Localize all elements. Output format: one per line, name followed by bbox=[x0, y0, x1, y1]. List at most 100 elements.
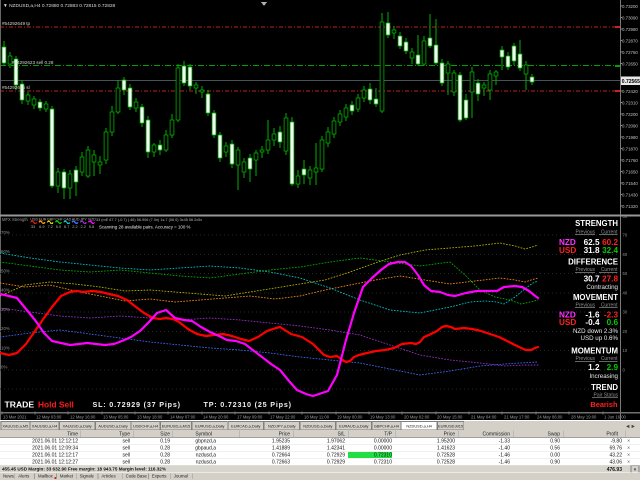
svg-text:sell: sell bbox=[122, 453, 130, 459]
svg-text:EURCAD,a,Daily: EURCAD,a,Daily bbox=[231, 423, 260, 428]
svg-text:Price: Price bbox=[279, 431, 291, 437]
svg-text:1.41889: 1.41889 bbox=[272, 446, 290, 452]
svg-text:MFX Strength: MFX Strength bbox=[2, 217, 29, 222]
svg-text:×: × bbox=[627, 446, 630, 452]
svg-text:S/L: S/L bbox=[337, 431, 345, 437]
svg-text:Articles: Articles bbox=[102, 474, 116, 479]
svg-text:1.42341: 1.42341 bbox=[327, 446, 345, 452]
svg-text:USD: USD bbox=[559, 318, 576, 327]
svg-text:21 May 04:00: 21 May 04:00 bbox=[471, 415, 497, 420]
svg-text:0.72663: 0.72663 bbox=[272, 460, 290, 466]
svg-text:33: 33 bbox=[31, 224, 35, 229]
svg-text:#54292649 tp: #54292649 tp bbox=[2, 21, 31, 26]
svg-text:EURAUD,a,Daily: EURAUD,a,Daily bbox=[339, 423, 368, 428]
svg-text:70: 70 bbox=[623, 233, 628, 238]
svg-text:0.72310: 0.72310 bbox=[622, 100, 638, 105]
svg-text:20%: 20% bbox=[1, 326, 10, 331]
svg-text:T/P: T/P bbox=[384, 431, 392, 437]
svg-text:0.90: 0.90 bbox=[550, 460, 560, 466]
svg-text:Profit: Profit bbox=[606, 431, 618, 437]
svg-text:0.72929: 0.72929 bbox=[327, 453, 345, 459]
svg-text:×: × bbox=[627, 453, 630, 459]
svg-text:50%: 50% bbox=[1, 268, 10, 273]
svg-text:0.28: 0.28 bbox=[160, 446, 170, 452]
svg-text:-1.40: -1.40 bbox=[499, 446, 511, 452]
svg-text:32.4: 32.4 bbox=[602, 246, 618, 255]
svg-text:GBPCHF,a,H4: GBPCHF,a,H4 bbox=[374, 423, 400, 428]
svg-text:0.72929: 0.72929 bbox=[327, 460, 345, 466]
svg-text:TREND: TREND bbox=[591, 383, 618, 392]
svg-text:XAUUSD,a,Daily: XAUUSD,a,Daily bbox=[63, 423, 92, 428]
svg-text:NZDUSD,a,H4: NZDUSD,a,H4 bbox=[406, 423, 432, 428]
svg-text:1.2: 1.2 bbox=[588, 363, 600, 372]
svg-text:20 May 02:00: 20 May 02:00 bbox=[404, 415, 430, 420]
svg-text:43.06: 43.06 bbox=[609, 460, 622, 466]
svg-text:1.95200: 1.95200 bbox=[437, 439, 455, 445]
svg-text:TRADE: TRADE bbox=[5, 399, 35, 409]
svg-text:18 May 11:00: 18 May 11:00 bbox=[304, 415, 330, 420]
svg-text:0.72980: 0.72980 bbox=[622, 27, 638, 32]
svg-text:476.93: 476.93 bbox=[607, 467, 623, 473]
svg-text:31.8: 31.8 bbox=[584, 246, 600, 255]
svg-text:0.72420: 0.72420 bbox=[622, 89, 638, 94]
svg-text:0.71870: 0.71870 bbox=[622, 146, 638, 151]
svg-text:455.45 USD Margin: 33 632.90: 455.45 USD Margin: 33 632.90 Free margin… bbox=[2, 467, 166, 472]
svg-text:Scanning 28 available pairs. A: Scanning 28 available pairs. Accuracy = … bbox=[99, 224, 191, 229]
svg-text:2021.06.01 12:12:17: 2021.06.01 12:12:17 bbox=[32, 453, 78, 459]
svg-text:0.73200: 0.73200 bbox=[622, 4, 638, 9]
svg-text:Experts: Experts bbox=[152, 474, 167, 479]
svg-text:Alerts: Alerts bbox=[18, 474, 29, 479]
svg-text:0.56: 0.56 bbox=[550, 446, 560, 452]
svg-text:5.0: 5.0 bbox=[56, 224, 62, 229]
svg-text:EURUSD,a,M15: EURUSD,a,M15 bbox=[162, 423, 190, 428]
svg-text:sell: sell bbox=[122, 460, 130, 466]
svg-text:0.71430: 0.71430 bbox=[622, 192, 638, 197]
svg-text:Pair Status: Pair Status bbox=[594, 392, 619, 398]
svg-text:12 May 03:00: 12 May 03:00 bbox=[36, 415, 62, 420]
svg-text:30.7: 30.7 bbox=[584, 275, 600, 284]
svg-text:0.00000: 0.00000 bbox=[374, 446, 392, 452]
svg-text:NZD down 2.3%: NZD down 2.3% bbox=[573, 328, 619, 335]
svg-text:USDCHF,a,H4: USDCHF,a,H4 bbox=[133, 423, 159, 428]
svg-text:0.71980: 0.71980 bbox=[622, 135, 638, 140]
svg-text:19 May 00:00: 19 May 00:00 bbox=[337, 415, 363, 420]
svg-text:0.72664: 0.72664 bbox=[272, 453, 290, 459]
svg-text:SL: 0.72929 (37 Pips): SL: 0.72929 (37 Pips) bbox=[93, 400, 181, 409]
svg-text:Bearish: Bearish bbox=[590, 400, 618, 409]
svg-text:Hold Sell: Hold Sell bbox=[38, 399, 74, 409]
svg-text:2.2: 2.2 bbox=[81, 224, 86, 229]
svg-text:2021.06.01 12:12:27: 2021.06.01 12:12:27 bbox=[32, 460, 78, 466]
svg-text:DIFFERENCE: DIFFERENCE bbox=[568, 258, 618, 267]
svg-text:14 May 07:00: 14 May 07:00 bbox=[170, 415, 196, 420]
svg-text:sell: sell bbox=[122, 446, 130, 452]
svg-text:0.72528: 0.72528 bbox=[437, 453, 455, 459]
svg-text:13 May 05:00: 13 May 05:00 bbox=[103, 415, 129, 420]
svg-text:Price: Price bbox=[444, 431, 456, 437]
svg-text:Commission: Commission bbox=[482, 431, 510, 437]
svg-text:gbpnzd,a: gbpnzd,a bbox=[195, 439, 216, 445]
svg-text:2021.06.01 12:12:12: 2021.06.01 12:12:12 bbox=[32, 439, 78, 445]
svg-text:-0.4: -0.4 bbox=[585, 318, 600, 327]
svg-text:Signals: Signals bbox=[80, 474, 94, 479]
svg-text:0.71540: 0.71540 bbox=[622, 181, 638, 186]
svg-text:Contracting: Contracting bbox=[586, 284, 618, 291]
svg-text:0.73090: 0.73090 bbox=[622, 15, 638, 20]
svg-text:0.71650: 0.71650 bbox=[622, 169, 638, 174]
svg-text:0.6: 0.6 bbox=[607, 318, 619, 327]
svg-text:sell: sell bbox=[122, 439, 130, 445]
svg-text:2021.06.01 12:09:34: 2021.06.01 12:09:34 bbox=[32, 446, 78, 452]
svg-text:1.97062: 1.97062 bbox=[327, 439, 345, 445]
svg-text:7.2: 7.2 bbox=[47, 224, 52, 229]
svg-text:6.9: 6.9 bbox=[39, 224, 44, 229]
svg-text:▼ NZDUSD,a,H4 0.72880 0.72883: ▼ NZDUSD,a,H4 0.72880 0.72883 0.72815 0.… bbox=[3, 3, 116, 9]
svg-text:1.95235: 1.95235 bbox=[272, 439, 290, 445]
svg-text:XAUUSD,a,M5: XAUUSD,a,M5 bbox=[2, 423, 28, 428]
svg-text:0.72760: 0.72760 bbox=[622, 50, 638, 55]
svg-text:0.28: 0.28 bbox=[160, 460, 170, 466]
svg-text:33 (mE 67.7 (-0.7) (.46) 56.90: 33 (mE 67.7 (-0.7) (.46) 56.906 (7.0n) 1… bbox=[96, 218, 202, 222]
svg-text:70%: 70% bbox=[1, 230, 10, 235]
svg-text:60: 60 bbox=[623, 252, 628, 257]
svg-text:21 May 17:00: 21 May 17:00 bbox=[504, 415, 530, 420]
svg-text:0.72090: 0.72090 bbox=[622, 123, 638, 128]
svg-text:0.72650: 0.72650 bbox=[622, 61, 638, 66]
